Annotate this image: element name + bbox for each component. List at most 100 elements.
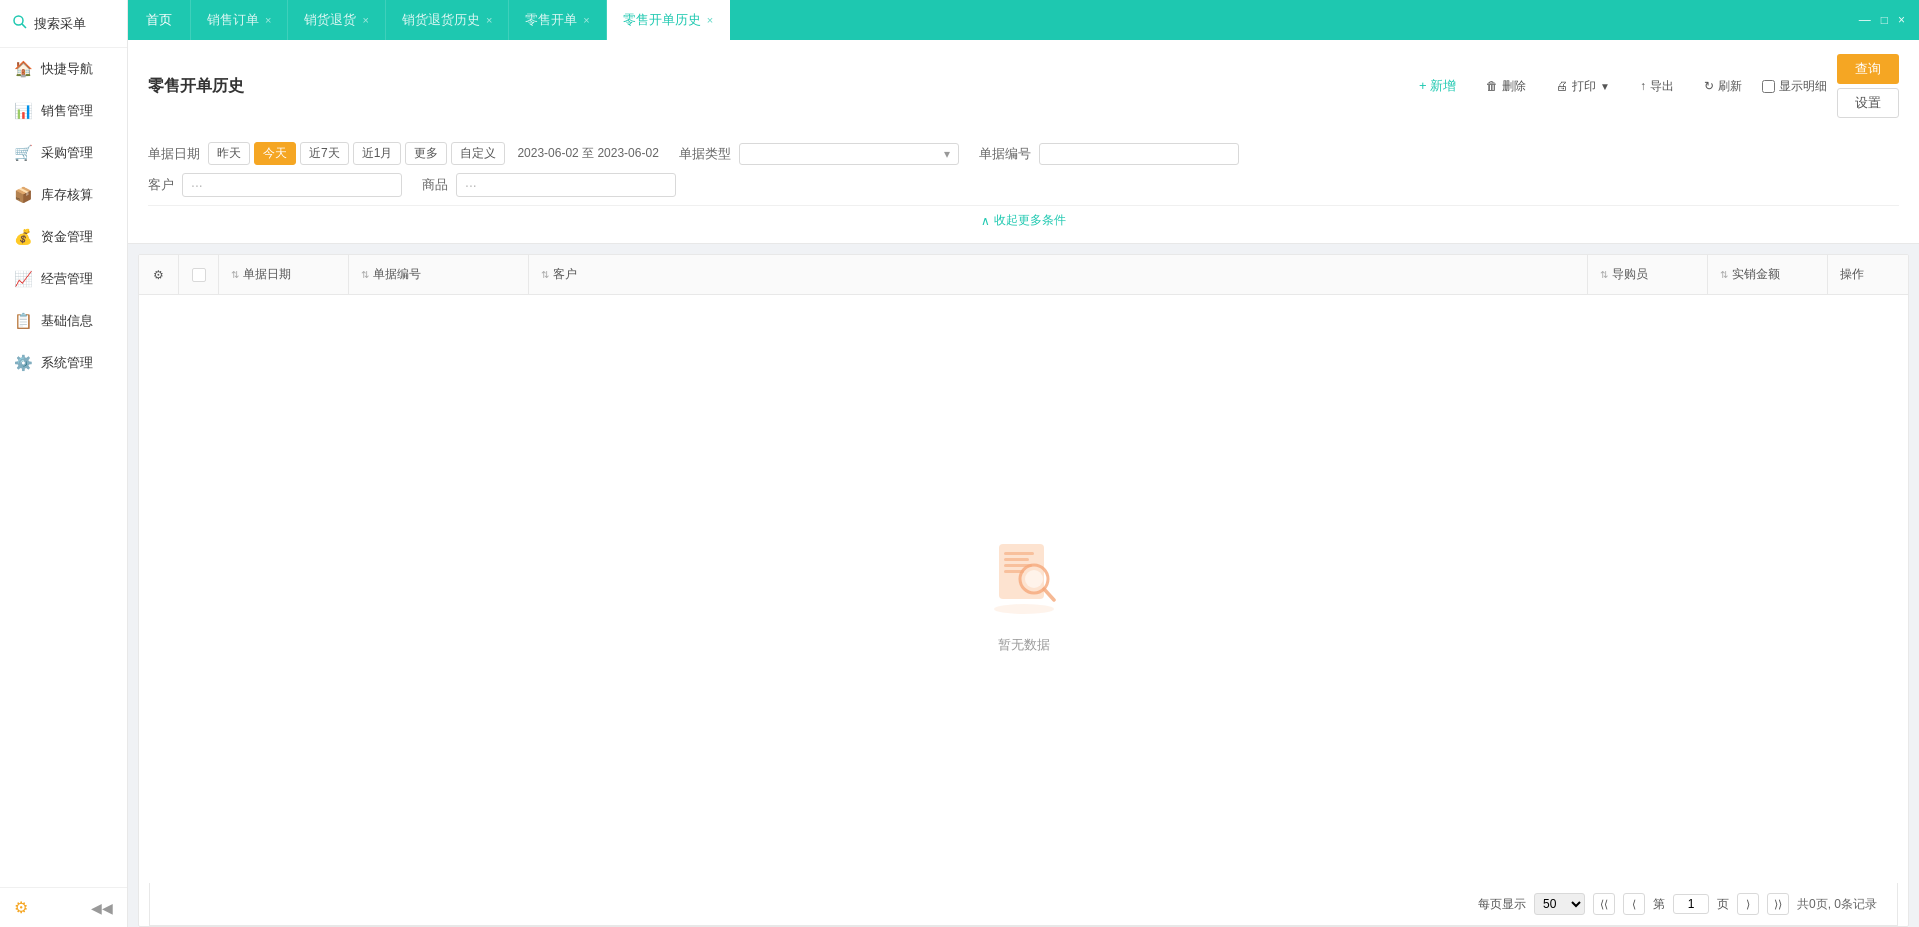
tab-sales-order[interactable]: 销售订单 × xyxy=(191,0,288,40)
page-total: 共0页, 0条记录 xyxy=(1797,896,1877,913)
th-customer[interactable]: ⇅ 客户 xyxy=(529,255,1588,294)
date-btn-today[interactable]: 今天 xyxy=(254,142,296,165)
date-btn-yesterday[interactable]: 昨天 xyxy=(208,142,250,165)
table-header: ⚙ ⇅ 单据日期 ⇅ 单据编号 ⇅ 客户 ⇅ xyxy=(139,255,1908,295)
bill-type-select[interactable]: ▾ xyxy=(739,143,959,165)
refresh-button[interactable]: ↻ 刷新 xyxy=(1694,73,1752,100)
sidebar-item-label: 销售管理 xyxy=(41,102,93,120)
empty-text: 暂无数据 xyxy=(998,636,1050,654)
main-content: 首页 销售订单 × 销货退货 × 销货退货历史 × 零售开单 × 零售开单历史 … xyxy=(128,0,1919,927)
date-btn-more[interactable]: 更多 xyxy=(405,142,447,165)
tab-retail-open-label: 零售开单 xyxy=(525,11,577,29)
sidebar-search[interactable]: 搜索采单 xyxy=(0,0,127,48)
sidebar-item-operation-mgmt[interactable]: 📈 经营管理 xyxy=(0,258,127,300)
bill-no-input[interactable] xyxy=(1039,143,1239,165)
export-button[interactable]: ↑ 导出 xyxy=(1630,73,1684,100)
data-table: ⚙ ⇅ 单据日期 ⇅ 单据编号 ⇅ 客户 ⇅ xyxy=(138,254,1909,927)
display-detail-input[interactable] xyxy=(1762,80,1775,93)
setting-button[interactable]: 设置 xyxy=(1837,88,1899,118)
filter-field-date: 单据日期 昨天 今天 近7天 近1月 更多 自定义 2023-06-02 至 2… xyxy=(148,142,659,165)
topbar: 首页 销售订单 × 销货退货 × 销货退货历史 × 零售开单 × 零售开单历史 … xyxy=(128,0,1919,40)
th-date[interactable]: ⇅ 单据日期 xyxy=(219,255,349,294)
tab-retail-open[interactable]: 零售开单 × xyxy=(509,0,606,40)
page-next-btn[interactable]: ⟩ xyxy=(1737,893,1759,915)
close-tab-retail-open[interactable]: × xyxy=(583,14,589,26)
filter-field-customer: 客户 ··· xyxy=(148,173,402,197)
tab-retail-open-history[interactable]: 零售开单历史 × xyxy=(607,0,730,40)
svg-rect-5 xyxy=(1004,558,1029,561)
page-prev-btn[interactable]: ⟨ xyxy=(1623,893,1645,915)
close-tab-sales-return[interactable]: × xyxy=(362,14,368,26)
tab-home[interactable]: 首页 xyxy=(128,0,191,40)
filter-row-1: 单据日期 昨天 今天 近7天 近1月 更多 自定义 2023-06-02 至 2… xyxy=(148,142,1899,165)
date-btn-7days[interactable]: 近7天 xyxy=(300,142,349,165)
sidebar-item-finance-mgmt[interactable]: 💰 资金管理 xyxy=(0,216,127,258)
settings-col-icon: ⚙ xyxy=(153,268,164,282)
close-tab-retail-open-history[interactable]: × xyxy=(707,14,713,26)
window-minimize-btn[interactable]: — xyxy=(1859,13,1871,27)
sidebar-search-label: 搜索采单 xyxy=(34,15,86,33)
delete-button[interactable]: 🗑 删除 xyxy=(1476,73,1536,100)
tab-retail-open-history-label: 零售开单历史 xyxy=(623,11,701,29)
print-button[interactable]: 🖨 打印 ▼ xyxy=(1546,73,1620,100)
close-tab-sales-order[interactable]: × xyxy=(265,14,271,26)
display-detail-checkbox[interactable]: 显示明细 xyxy=(1762,78,1827,95)
filter-field-billno: 单据编号 xyxy=(979,143,1239,165)
print-dropdown-icon: ▼ xyxy=(1600,81,1610,92)
date-buttons: 昨天 今天 近7天 近1月 更多 自定义 xyxy=(208,142,505,165)
th-settings[interactable]: ⚙ xyxy=(139,255,179,294)
th-check[interactable] xyxy=(179,255,219,294)
page-end-label: 页 xyxy=(1717,896,1729,913)
sidebar-item-quick-nav[interactable]: 🏠 快捷导航 xyxy=(0,48,127,90)
per-page-select[interactable]: 50 100 200 xyxy=(1534,893,1585,915)
table-body: 暂无数据 xyxy=(139,295,1908,883)
query-button[interactable]: 查询 xyxy=(1837,54,1899,84)
per-page-label: 每页显示 xyxy=(1478,896,1526,913)
page-number-input[interactable] xyxy=(1673,894,1709,914)
money-icon: 💰 xyxy=(14,228,33,246)
close-tab-sales-return-history[interactable]: × xyxy=(486,14,492,26)
th-guide[interactable]: ⇅ 导购员 xyxy=(1588,255,1708,294)
svg-point-9 xyxy=(1025,570,1043,588)
empty-illustration xyxy=(974,524,1074,624)
tab-sales-return-history[interactable]: 销货退货历史 × xyxy=(386,0,509,40)
refresh-icon: ↻ xyxy=(1704,79,1714,93)
settings-icon[interactable]: ⚙ xyxy=(14,898,28,917)
sidebar-item-sales-mgmt[interactable]: 📊 销售管理 xyxy=(0,90,127,132)
box-icon: 📦 xyxy=(14,186,33,204)
sidebar-item-label: 系统管理 xyxy=(41,354,93,372)
window-close-btn[interactable]: × xyxy=(1898,13,1905,27)
filter-field-goods: 商品 ··· xyxy=(422,173,676,197)
customer-label: 客户 xyxy=(148,176,174,194)
chevron-down-icon: ▾ xyxy=(944,147,950,161)
goods-select[interactable]: ··· xyxy=(456,173,676,197)
th-billno[interactable]: ⇅ 单据编号 xyxy=(349,255,529,294)
sidebar-item-label: 快捷导航 xyxy=(41,60,93,78)
sidebar-item-purchase-mgmt[interactable]: 🛒 采购管理 xyxy=(0,132,127,174)
print-icon: 🖨 xyxy=(1556,79,1568,93)
collapse-sidebar-icon[interactable]: ◀◀ xyxy=(91,900,113,916)
page-first-btn[interactable]: ⟨⟨ xyxy=(1593,893,1615,915)
window-maximize-btn[interactable]: □ xyxy=(1881,13,1888,27)
pagination-bar: 每页显示 50 100 200 ⟨⟨ ⟨ 第 页 ⟩ ⟩⟩ 共0页, 0条记录 xyxy=(149,883,1898,926)
collapse-filter-btn[interactable]: ∧ 收起更多条件 xyxy=(148,205,1899,235)
date-range-display: 2023-06-02 至 2023-06-02 xyxy=(517,145,658,162)
tab-sales-return[interactable]: 销货退货 × xyxy=(288,0,385,40)
filter-row-2: 客户 ··· 商品 ··· xyxy=(148,173,1899,197)
goods-dots: ··· xyxy=(465,177,477,193)
page-label: 第 xyxy=(1653,896,1665,913)
date-btn-1month[interactable]: 近1月 xyxy=(353,142,402,165)
sidebar-item-basic-info[interactable]: 📋 基础信息 xyxy=(0,300,127,342)
sidebar-item-sys-mgmt[interactable]: ⚙️ 系统管理 xyxy=(0,342,127,384)
svg-line-10 xyxy=(1044,589,1054,600)
th-amount[interactable]: ⇅ 实销金额 xyxy=(1708,255,1828,294)
customer-select[interactable]: ··· xyxy=(182,173,402,197)
sidebar-item-stock-calc[interactable]: 📦 库存核算 xyxy=(0,174,127,216)
svg-point-0 xyxy=(14,16,23,25)
date-btn-custom[interactable]: 自定义 xyxy=(451,142,505,165)
new-button[interactable]: + 新增 xyxy=(1409,72,1466,100)
page-last-btn[interactable]: ⟩⟩ xyxy=(1767,893,1789,915)
sort-icon-guide: ⇅ xyxy=(1600,269,1608,280)
th-billno-label: 单据编号 xyxy=(373,266,421,283)
select-all-checkbox[interactable] xyxy=(192,268,206,282)
